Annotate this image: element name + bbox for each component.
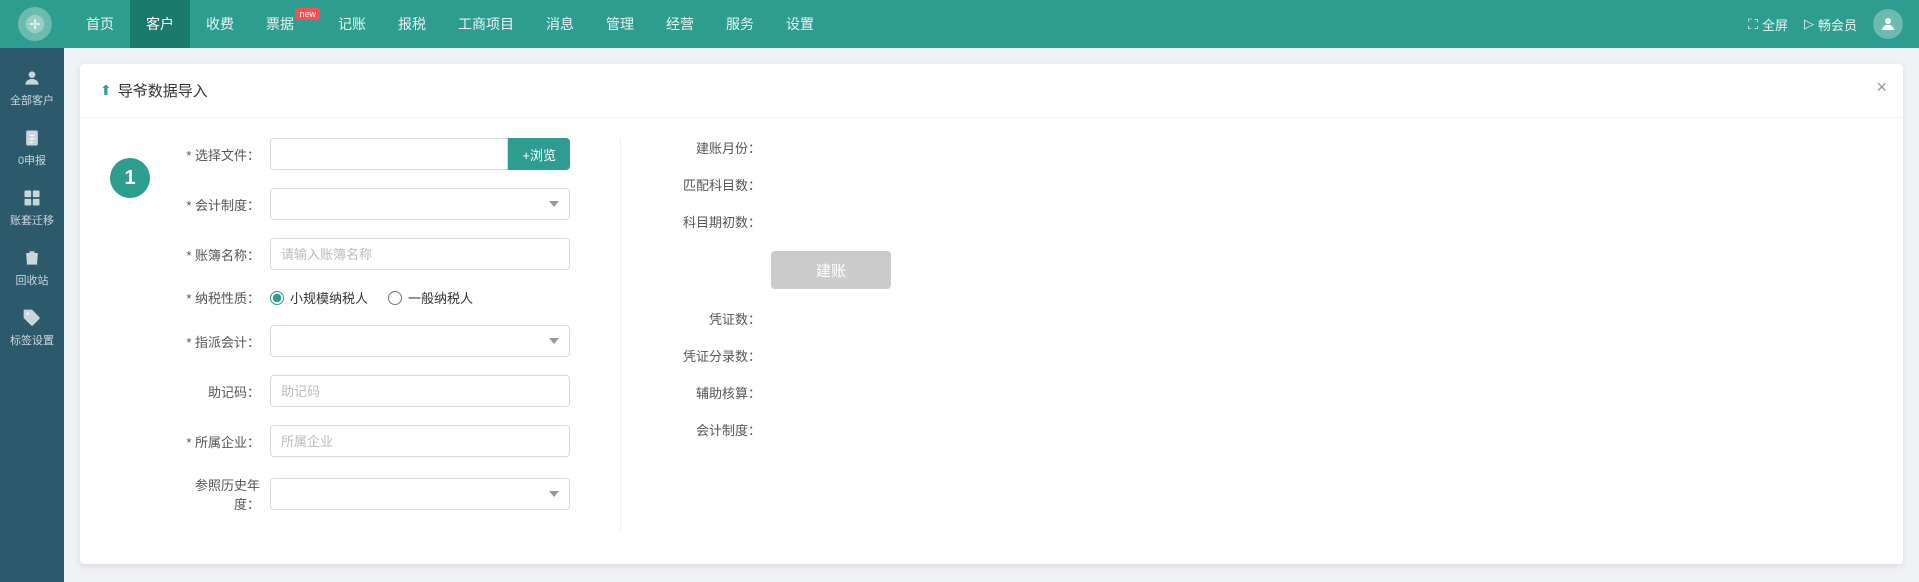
file-label: * 选择文件：	[170, 145, 270, 164]
vertical-divider	[620, 138, 621, 531]
nav-item-operation[interactable]: 经营	[650, 0, 710, 48]
nav-item-business[interactable]: 工商项目	[442, 0, 530, 48]
match-subjects-label: 匹配科目数：	[671, 175, 771, 194]
form-container: 1 * 选择文件： +浏览 * 会计制度：	[80, 118, 1903, 551]
sidebar-item-trash[interactable]: 回收站	[0, 238, 64, 298]
panel-header: ⬆ 导爷数据导入 ×	[80, 64, 1903, 118]
accountant-label: * 指派会计：	[170, 332, 270, 351]
migrate-icon	[22, 188, 42, 208]
voucher-entries-row: 凭证分录数：	[671, 346, 991, 365]
voucher-entries-label: 凭证分录数：	[671, 346, 771, 365]
reference-year-select[interactable]	[270, 478, 570, 510]
accounting-system-label: * 会计制度：	[170, 195, 270, 214]
ledger-name-input[interactable]	[270, 238, 570, 270]
tax-type-label: * 纳税性质：	[170, 288, 270, 307]
fullscreen-btn[interactable]: ⛶ 全屏	[1748, 15, 1788, 34]
memo-code-row: 助记码：	[170, 375, 570, 407]
member-btn[interactable]: ▷ 畅会员	[1804, 15, 1857, 34]
accounting-system-select[interactable]	[270, 188, 570, 220]
owner-company-label: * 所属企业：	[170, 432, 270, 451]
nav-item-ticket[interactable]: 票据 new	[250, 0, 322, 48]
sidebar-item-migrate[interactable]: 账套迁移	[0, 178, 64, 238]
build-account-btn[interactable]: 建账	[771, 251, 891, 289]
build-month-label: 建账月份：	[671, 138, 771, 157]
owner-company-row: * 所属企业：	[170, 425, 570, 457]
memo-code-label: 助记码：	[170, 382, 270, 401]
top-nav: 首页 客户 收费 票据 new 记账 报税 工商项目 消息 管理 经营 服务 设…	[0, 0, 1919, 48]
build-month-row: 建账月份：	[671, 138, 991, 157]
voucher-count-row: 凭证数：	[671, 309, 991, 328]
new-badge: new	[295, 8, 320, 20]
user-icon	[22, 68, 42, 88]
voucher-count-label: 凭证数：	[671, 309, 771, 328]
aux-accounting-row: 辅助核算：	[671, 383, 991, 402]
nav-item-service[interactable]: 服务	[710, 0, 770, 48]
trash-icon	[22, 248, 42, 268]
small-taxpayer-input[interactable]	[270, 291, 284, 305]
owner-company-input[interactable]	[270, 425, 570, 457]
fullscreen-icon: ⛶	[1748, 16, 1758, 33]
main-layout: 全部客户 0申报 账套迁移 回收站 标签设置 ⬆ 导爷数据导入 ×	[0, 48, 1919, 582]
tax-type-row: * 纳税性质： 小规模纳税人 一般纳税人	[170, 288, 570, 307]
ledger-name-row: * 账簿名称：	[170, 238, 570, 270]
accounting-system-row: * 会计制度：	[170, 188, 570, 220]
sidebar-item-tag-settings[interactable]: 标签设置	[0, 298, 64, 358]
nav-item-message[interactable]: 消息	[530, 0, 590, 48]
file-browse-btn[interactable]: +浏览	[508, 138, 570, 170]
import-icon: ⬆	[100, 82, 112, 99]
form-fields: * 选择文件： +浏览 * 会计制度：	[170, 138, 570, 531]
general-taxpayer-input[interactable]	[388, 291, 402, 305]
sidebar-item-declare[interactable]: 0申报	[0, 118, 64, 178]
step-indicator: 1	[110, 158, 150, 198]
aux-accounting-label: 辅助核算：	[671, 383, 771, 402]
nav-items: 首页 客户 收费 票据 new 记账 报税 工商项目 消息 管理 经营 服务 设…	[70, 0, 1748, 48]
nav-right: ⛶ 全屏 ▷ 畅会员	[1748, 9, 1919, 39]
small-taxpayer-radio[interactable]: 小规模纳税人	[270, 288, 368, 307]
general-taxpayer-radio[interactable]: 一般纳税人	[388, 288, 473, 307]
tax-radio-group: 小规模纳税人 一般纳税人	[270, 288, 570, 307]
accountant-row: * 指派会计：	[170, 325, 570, 357]
file-row: * 选择文件： +浏览	[170, 138, 570, 170]
sidebar-item-all-customers[interactable]: 全部客户	[0, 58, 64, 118]
ledger-name-label: * 账簿名称：	[170, 245, 270, 264]
nav-item-bookkeeping[interactable]: 记账	[322, 0, 382, 48]
reference-year-label: 参照历史年度：	[170, 475, 270, 513]
file-text-input[interactable]	[270, 138, 508, 170]
reference-year-row: 参照历史年度：	[170, 475, 570, 513]
user-avatar[interactable]	[1873, 9, 1903, 39]
nav-item-home[interactable]: 首页	[70, 0, 130, 48]
tag-icon	[22, 308, 42, 328]
sidebar: 全部客户 0申报 账套迁移 回收站 标签设置	[0, 48, 64, 582]
nav-item-tax[interactable]: 报税	[382, 0, 442, 48]
panel-close-btn[interactable]: ×	[1876, 78, 1887, 96]
subjects-init-label: 科目期初数：	[671, 212, 771, 231]
nav-item-manage[interactable]: 管理	[590, 0, 650, 48]
match-subjects-row: 匹配科目数：	[671, 175, 991, 194]
form-right: 建账月份： 匹配科目数： 科目期初数： 建账 凭证数：	[671, 138, 991, 531]
content-area: ⬆ 导爷数据导入 × 1 * 选择文件： +浏览	[64, 48, 1919, 582]
right-accounting-system-label: 会计制度：	[671, 420, 771, 439]
nav-item-settings[interactable]: 设置	[770, 0, 830, 48]
play-icon: ▷	[1804, 16, 1814, 32]
form-left: 1 * 选择文件： +浏览 * 会计制度：	[110, 138, 570, 531]
panel-title: 导爷数据导入	[118, 80, 208, 101]
subjects-init-row: 科目期初数：	[671, 212, 991, 231]
memo-code-input[interactable]	[270, 375, 570, 407]
nav-item-customer[interactable]: 客户	[130, 0, 190, 48]
file-input-row: +浏览	[270, 138, 570, 170]
accountant-select[interactable]	[270, 325, 570, 357]
nav-item-billing[interactable]: 收费	[190, 0, 250, 48]
declare-icon	[22, 128, 42, 148]
logo-icon	[18, 7, 52, 41]
right-accounting-system-row: 会计制度：	[671, 420, 991, 439]
import-panel: ⬆ 导爷数据导入 × 1 * 选择文件： +浏览	[80, 64, 1903, 564]
logo[interactable]	[10, 7, 60, 41]
